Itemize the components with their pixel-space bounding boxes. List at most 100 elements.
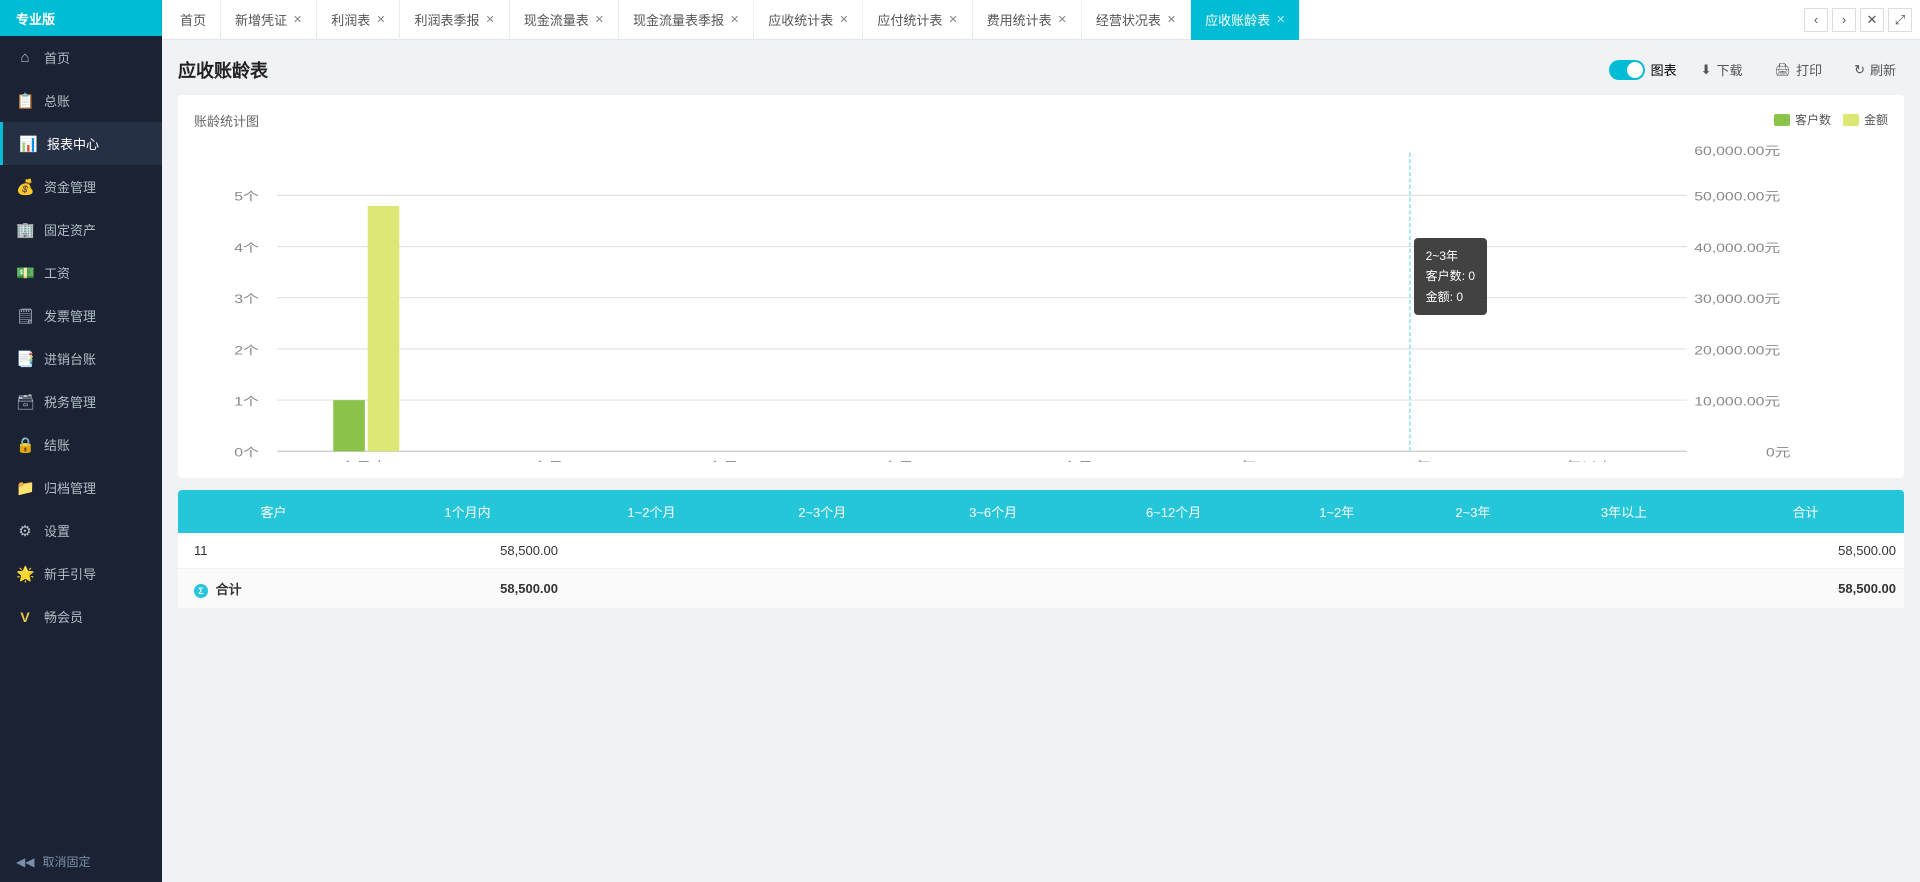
svg-text:1个: 1个	[234, 395, 259, 408]
cell-m5-1	[1079, 533, 1269, 569]
sidebar-item-vip[interactable]: V 畅会员	[0, 595, 162, 638]
chart-toggle[interactable]: 图表	[1609, 60, 1677, 80]
page-content: 应收账龄表 图表 ⬇ 下载 🖨 打印 ↻ 刷新	[162, 40, 1920, 882]
cell-m6-1	[1269, 533, 1405, 569]
invoice-icon: 🗒	[16, 307, 34, 325]
guide-icon: 🌟	[16, 565, 34, 583]
page-title: 应收账龄表	[178, 57, 1609, 83]
sidebar-item-payroll[interactable]: 💵 工资	[0, 251, 162, 294]
tab-cashflow-quarterly[interactable]: 现金流量表季报 ✕	[619, 0, 754, 40]
tab-nav: ‹ › ✕ ⤢	[1804, 8, 1916, 32]
app-logo: 专业版	[0, 0, 162, 36]
sidebar-item-general-ledger[interactable]: 📋 总账	[0, 79, 162, 122]
chart-legend: 客户数 金额	[1774, 111, 1888, 128]
svg-text:10,000.00元: 10,000.00元	[1694, 395, 1780, 408]
svg-text:5个: 5个	[234, 190, 259, 203]
legend-customers: 客户数	[1774, 111, 1831, 128]
sidebar-label-general-ledger: 总账	[44, 91, 70, 110]
refresh-label: 刷新	[1870, 60, 1896, 79]
summary-total: 58,500.00	[1707, 569, 1904, 609]
bar-amount-1	[368, 206, 400, 451]
tab-receivable-stat-close[interactable]: ✕	[839, 13, 848, 26]
main-content: 首页 新增凭证 ✕ 利润表 ✕ 利润表季报 ✕ 现金流量表 ✕ 现金流量表季报 …	[162, 0, 1920, 882]
tab-profit[interactable]: 利润表 ✕	[317, 0, 400, 40]
refresh-button[interactable]: ↻ 刷新	[1846, 56, 1904, 83]
sidebar-item-guide[interactable]: 🌟 新手引导	[0, 552, 162, 595]
sidebar-label-invoice: 发票管理	[44, 306, 96, 325]
sales-icon: 📑	[16, 350, 34, 368]
tab-home-label: 首页	[180, 10, 206, 29]
sidebar-item-close[interactable]: 🔒 结账	[0, 423, 162, 466]
tab-home[interactable]: 首页	[166, 0, 221, 40]
chart-title: 账龄统计图	[194, 111, 1888, 130]
tab-operation-stat-close[interactable]: ✕	[1167, 13, 1176, 26]
sidebar-footer-label: 取消固定	[42, 853, 90, 870]
cell-m4-1	[908, 533, 1079, 569]
print-icon: 🖨	[1775, 62, 1792, 78]
col-m2: 1~2个月	[566, 490, 737, 533]
sidebar-toggle-pin[interactable]: ◀◀ 取消固定	[0, 841, 162, 882]
sidebar-label-vip: 畅会员	[44, 607, 83, 626]
summary-text: 合计	[216, 582, 242, 597]
tab-payable-stat-close[interactable]: ✕	[948, 13, 957, 26]
download-button[interactable]: ⬇ 下载	[1693, 56, 1751, 83]
tab-maximize[interactable]: ⤢	[1888, 8, 1912, 32]
sidebar-item-funds[interactable]: 💰 资金管理	[0, 165, 162, 208]
summary-m3	[737, 569, 908, 609]
tax-icon: 🗃	[16, 393, 34, 411]
sidebar-item-tax[interactable]: 🗃 税务管理	[0, 380, 162, 423]
tab-new-voucher-close[interactable]: ✕	[293, 13, 302, 26]
tab-profit-quarterly[interactable]: 利润表季报 ✕	[400, 0, 509, 40]
tab-new-voucher[interactable]: 新增凭证 ✕	[221, 0, 317, 40]
summary-m4	[908, 569, 1079, 609]
home-icon: ⌂	[16, 49, 34, 66]
sidebar-item-home[interactable]: ⌂ 首页	[0, 36, 162, 79]
tab-cashflow-quarterly-close[interactable]: ✕	[730, 13, 739, 26]
tab-profit-quarterly-close[interactable]: ✕	[486, 13, 495, 26]
tab-nav-prev[interactable]: ‹	[1804, 8, 1828, 32]
chart-svg: 0个 1个 2个 3个 4个 5个 0元 10,000.00元 20,000.0…	[194, 142, 1888, 462]
tab-receivable-aging[interactable]: 应收账龄表 ✕	[1191, 0, 1300, 40]
summary-m1: 58,500.00	[369, 569, 566, 609]
legend-amount-color	[1843, 114, 1859, 126]
tab-close-all[interactable]: ✕	[1860, 8, 1884, 32]
tab-receivable-stat[interactable]: 应收统计表 ✕	[754, 0, 863, 40]
sidebar-label-settings: 设置	[44, 521, 70, 540]
header-actions: 图表 ⬇ 下载 🖨 打印 ↻ 刷新	[1609, 56, 1904, 83]
print-button[interactable]: 🖨 打印	[1767, 56, 1831, 83]
sidebar-label-sales-purchase: 进销台账	[44, 349, 96, 368]
col-m7: 2~3年	[1405, 490, 1541, 533]
sidebar-item-reports[interactable]: 📊 报表中心	[0, 122, 162, 165]
svg-text:2~3个月: 2~3个月	[680, 460, 738, 462]
tab-nav-next[interactable]: ›	[1832, 8, 1856, 32]
sidebar-label-home: 首页	[44, 48, 70, 67]
sidebar-label-reports: 报表中心	[47, 134, 99, 153]
sidebar-label-fixed-assets: 固定资产	[44, 220, 96, 239]
sidebar-item-settings[interactable]: ⚙ 设置	[0, 509, 162, 552]
table-header-row: 客户 1个月内 1~2个月 2~3个月 3~6个月 6~12个月 1~2年 2~…	[178, 490, 1904, 533]
toggle-track[interactable]	[1609, 60, 1645, 80]
col-m6: 1~2年	[1269, 490, 1405, 533]
tab-receivable-aging-close[interactable]: ✕	[1276, 13, 1285, 26]
cell-m7-1	[1405, 533, 1541, 569]
tab-payable-stat[interactable]: 应付统计表 ✕	[863, 0, 972, 40]
sidebar-item-invoice[interactable]: 🗒 发票管理	[0, 294, 162, 337]
svg-text:0个: 0个	[234, 446, 259, 459]
tab-profit-label: 利润表	[331, 10, 370, 29]
legend-customers-label: 客户数	[1795, 111, 1831, 128]
refresh-icon: ↻	[1854, 62, 1865, 78]
cell-m8-1	[1541, 533, 1707, 569]
sidebar-item-sales-purchase[interactable]: 📑 进销台账	[0, 337, 162, 380]
tab-profit-close[interactable]: ✕	[376, 13, 385, 26]
tab-expense-stat-close[interactable]: ✕	[1058, 13, 1067, 26]
tab-cashflow[interactable]: 现金流量表 ✕	[510, 0, 619, 40]
legend-amount: 金额	[1843, 111, 1888, 128]
sidebar-item-fixed-assets[interactable]: 🏢 固定资产	[0, 208, 162, 251]
svg-text:1个月内: 1个月内	[331, 460, 387, 462]
col-m1: 1个月内	[369, 490, 566, 533]
tab-expense-stat[interactable]: 费用统计表 ✕	[973, 0, 1082, 40]
tab-operation-stat[interactable]: 经营状况表 ✕	[1082, 0, 1191, 40]
sidebar-item-archive[interactable]: 📁 归档管理	[0, 466, 162, 509]
ledger-icon: 📋	[16, 92, 34, 110]
tab-cashflow-close[interactable]: ✕	[595, 13, 604, 26]
